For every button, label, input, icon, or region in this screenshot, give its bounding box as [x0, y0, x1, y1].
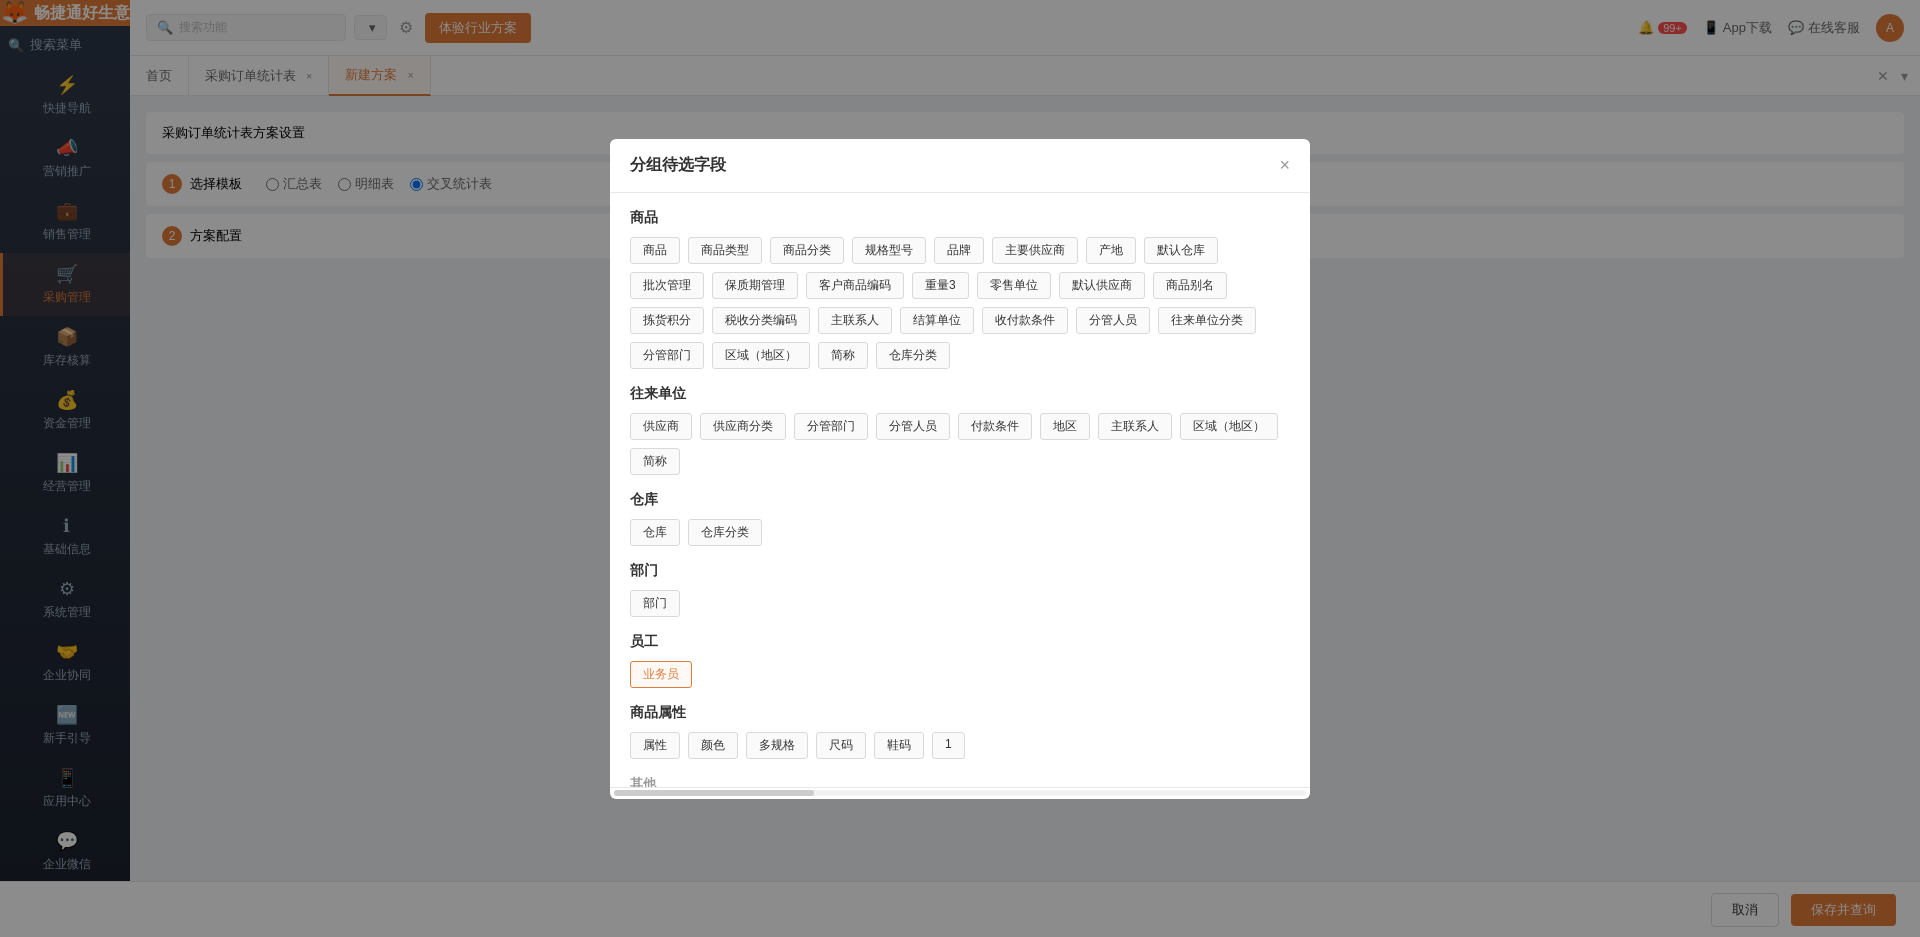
field-spec-model[interactable]: 规格型号	[852, 237, 926, 264]
modal-body: 商品 商品 商品类型 商品分类 规格型号 品牌 主要供应商 产地 默认仓库 批次…	[610, 193, 1310, 787]
modal-close-button[interactable]: ×	[1279, 155, 1290, 176]
field-counterpart-category[interactable]: 往来单位分类	[1158, 307, 1256, 334]
field-supervisor[interactable]: 分管人员	[1076, 307, 1150, 334]
field-settlement-unit[interactable]: 结算单位	[900, 307, 974, 334]
field-supplier[interactable]: 供应商	[630, 413, 692, 440]
section-title-product: 商品	[630, 209, 1290, 227]
field-color[interactable]: 颜色	[688, 732, 738, 759]
section-title-counterpart: 往来单位	[630, 385, 1290, 403]
field-dept-mgmt[interactable]: 分管部门	[630, 342, 704, 369]
field-salesperson[interactable]: 业务员	[630, 661, 692, 688]
product-attr-fields-grid: 属性 颜色 多规格 尺码 鞋码 1	[630, 732, 1290, 759]
field-supervisor-counterpart[interactable]: 分管人员	[876, 413, 950, 440]
section-title-product-attr: 商品属性	[630, 704, 1290, 722]
section-title-other: 其他	[630, 775, 1290, 787]
field-shelf-life[interactable]: 保质期管理	[712, 272, 798, 299]
field-attribute[interactable]: 属性	[630, 732, 680, 759]
field-custom-1[interactable]: 1	[932, 732, 965, 759]
field-batch-mgmt[interactable]: 批次管理	[630, 272, 704, 299]
field-retail-unit[interactable]: 零售单位	[977, 272, 1051, 299]
field-default-supplier[interactable]: 默认供应商	[1059, 272, 1145, 299]
field-supplier-category[interactable]: 供应商分类	[700, 413, 786, 440]
hscroll-thumb	[614, 790, 814, 796]
field-product-category[interactable]: 商品分类	[770, 237, 844, 264]
field-pick-points[interactable]: 拣货积分	[630, 307, 704, 334]
hscroll-track	[614, 790, 1306, 796]
employee-fields-grid: 业务员	[630, 661, 1290, 688]
field-warehouse-category[interactable]: 仓库分类	[688, 519, 762, 546]
field-shoe-size[interactable]: 鞋码	[874, 732, 924, 759]
field-region-counterpart[interactable]: 区域（地区）	[1180, 413, 1278, 440]
field-product[interactable]: 商品	[630, 237, 680, 264]
field-abbr-counterpart[interactable]: 简称	[630, 448, 680, 475]
field-region-product[interactable]: 区域（地区）	[712, 342, 810, 369]
section-title-warehouse: 仓库	[630, 491, 1290, 509]
field-default-warehouse[interactable]: 默认仓库	[1144, 237, 1218, 264]
field-origin[interactable]: 产地	[1086, 237, 1136, 264]
field-multi-spec[interactable]: 多规格	[746, 732, 808, 759]
field-tax-code[interactable]: 税收分类编码	[712, 307, 810, 334]
section-title-employee: 员工	[630, 633, 1290, 651]
department-fields-grid: 部门	[630, 590, 1290, 617]
section-title-department: 部门	[630, 562, 1290, 580]
field-area[interactable]: 地区	[1040, 413, 1090, 440]
field-abbr-product[interactable]: 简称	[818, 342, 868, 369]
field-department[interactable]: 部门	[630, 590, 680, 617]
field-main-supplier[interactable]: 主要供应商	[992, 237, 1078, 264]
field-warehouse-category-product[interactable]: 仓库分类	[876, 342, 950, 369]
field-size[interactable]: 尺码	[816, 732, 866, 759]
modal-title: 分组待选字段	[630, 155, 726, 176]
modal-header: 分组待选字段 ×	[610, 139, 1310, 193]
field-payment-condition[interactable]: 付款条件	[958, 413, 1032, 440]
field-payment-terms[interactable]: 收付款条件	[982, 307, 1068, 334]
field-product-type[interactable]: 商品类型	[688, 237, 762, 264]
field-dept-counterpart[interactable]: 分管部门	[794, 413, 868, 440]
field-customer-code[interactable]: 客户商品编码	[806, 272, 904, 299]
product-fields-grid: 商品 商品类型 商品分类 规格型号 品牌 主要供应商 产地 默认仓库 批次管理 …	[630, 237, 1290, 369]
field-brand[interactable]: 品牌	[934, 237, 984, 264]
field-product-alias[interactable]: 商品别名	[1153, 272, 1227, 299]
field-main-contact[interactable]: 主联系人	[818, 307, 892, 334]
warehouse-fields-grid: 仓库 仓库分类	[630, 519, 1290, 546]
counterpart-fields-grid: 供应商 供应商分类 分管部门 分管人员 付款条件 地区 主联系人 区域（地区） …	[630, 413, 1290, 475]
field-warehouse[interactable]: 仓库	[630, 519, 680, 546]
field-weight[interactable]: 重量3	[912, 272, 969, 299]
modal-horizontal-scrollbar[interactable]	[610, 787, 1310, 799]
field-main-contact-counterpart[interactable]: 主联系人	[1098, 413, 1172, 440]
field-selection-modal: 分组待选字段 × 商品 商品 商品类型 商品分类 规格型号 品牌 主要供应商 产…	[610, 139, 1310, 799]
